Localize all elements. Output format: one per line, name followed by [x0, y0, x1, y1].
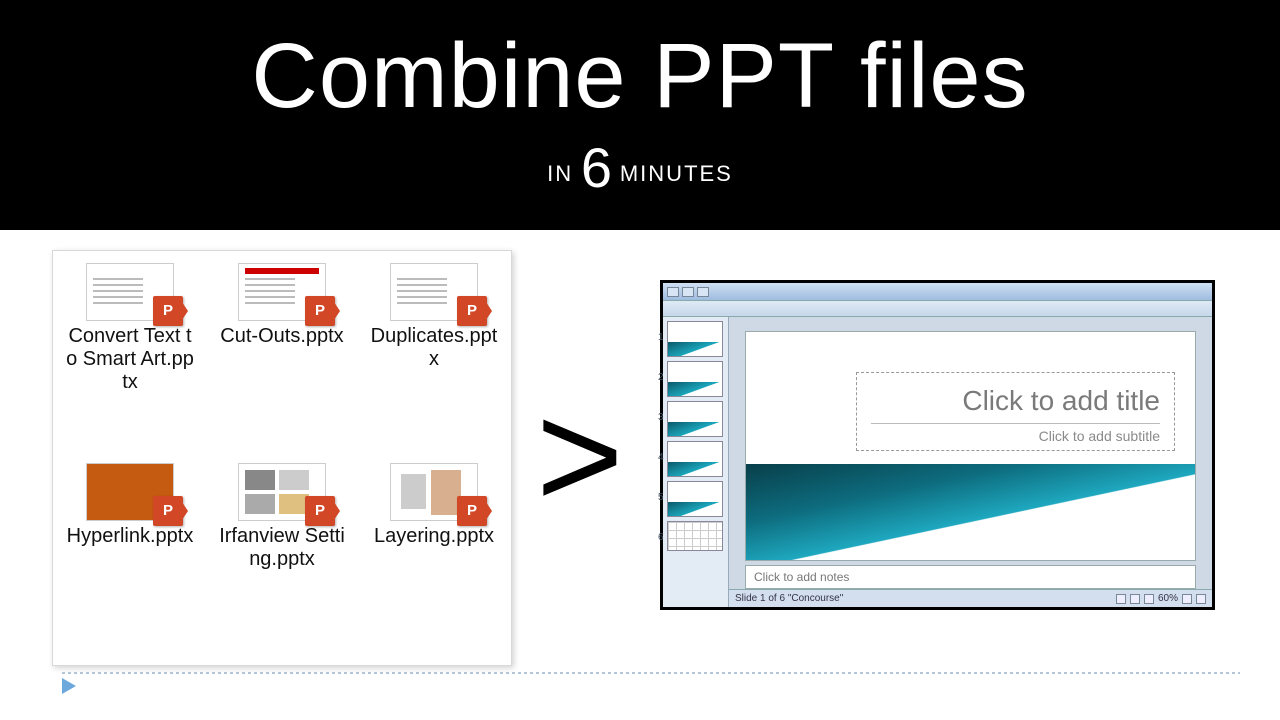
file-thumbnail: P — [238, 263, 326, 321]
window-titlebar — [663, 283, 1212, 301]
slide-canvas: Click to add title Click to add subtitle — [729, 317, 1212, 561]
notes-pane[interactable]: Click to add notes — [745, 565, 1196, 589]
status-slide-info: Slide 1 of 6 "Concourse" — [735, 593, 843, 604]
slide-thumbnail[interactable]: 3 — [667, 401, 723, 437]
file-item[interactable]: P Layering.pptx — [365, 463, 503, 659]
powerpoint-icon: P — [305, 296, 335, 326]
slide-thumbnail[interactable]: 1 — [667, 321, 723, 357]
title-placeholder[interactable]: Click to add title — [871, 385, 1160, 417]
subtitle-number: 6 — [581, 136, 612, 199]
zoom-level: 60% — [1158, 593, 1178, 604]
file-name: Irfanview Setting.pptx — [217, 525, 347, 571]
subtitle-minutes: MINUTES — [620, 161, 733, 186]
divider — [871, 423, 1160, 424]
file-name: Hyperlink.pptx — [67, 525, 194, 548]
zoom-in-button[interactable] — [1196, 594, 1206, 604]
zoom-controls[interactable]: 60% — [1116, 593, 1206, 604]
view-button[interactable] — [1130, 594, 1140, 604]
file-name: Layering.pptx — [374, 525, 494, 548]
window-button[interactable] — [667, 287, 679, 297]
window-button[interactable] — [682, 287, 694, 297]
subtitle-in: IN — [547, 161, 573, 186]
powerpoint-icon: P — [305, 496, 335, 526]
slide-canvas-area: Click to add title Click to add subtitle… — [729, 317, 1212, 607]
slide-theme-graphic — [746, 464, 1195, 560]
view-button[interactable] — [1116, 594, 1126, 604]
ppt-body: 1 2 3 4 5 6 Click to add title Click to … — [663, 317, 1212, 607]
video-timeline[interactable] — [62, 672, 1240, 674]
ribbon-bar[interactable] — [663, 301, 1212, 317]
slide-thumbnail[interactable]: 6 — [667, 521, 723, 551]
file-thumbnail: P — [238, 463, 326, 521]
file-item[interactable]: P Cut-Outs.pptx — [213, 263, 351, 459]
view-button[interactable] — [1144, 594, 1154, 604]
file-item[interactable]: P Irfanview Setting.pptx — [213, 463, 351, 659]
file-thumbnail: P — [390, 463, 478, 521]
powerpoint-icon: P — [457, 496, 487, 526]
status-bar: Slide 1 of 6 "Concourse" 60% — [729, 589, 1212, 607]
file-item[interactable]: P Convert Text to Smart Art.pptx — [61, 263, 199, 459]
file-thumbnail: P — [390, 263, 478, 321]
subtitle-placeholder[interactable]: Click to add subtitle — [871, 428, 1160, 444]
slide-thumbnail[interactable]: 4 — [667, 441, 723, 477]
file-item[interactable]: P Duplicates.pptx — [365, 263, 503, 459]
file-name: Cut-Outs.pptx — [220, 325, 343, 348]
arrow-icon: > — [536, 380, 624, 530]
main-title: Combine PPT files — [0, 24, 1280, 129]
powerpoint-icon: P — [457, 296, 487, 326]
slide-thumbnail[interactable]: 5 — [667, 481, 723, 517]
content-area: P Convert Text to Smart Art.pptx P Cut-O… — [0, 230, 1280, 720]
slide-thumbnail[interactable]: 2 — [667, 361, 723, 397]
powerpoint-icon: P — [153, 496, 183, 526]
file-name: Duplicates.pptx — [369, 325, 499, 371]
powerpoint-icon: P — [153, 296, 183, 326]
zoom-out-button[interactable] — [1182, 594, 1192, 604]
powerpoint-window: 1 2 3 4 5 6 Click to add title Click to … — [660, 280, 1215, 610]
file-thumbnail: P — [86, 463, 174, 521]
file-explorer-panel: P Convert Text to Smart Art.pptx P Cut-O… — [52, 250, 512, 666]
file-item[interactable]: P Hyperlink.pptx — [61, 463, 199, 659]
file-thumbnail: P — [86, 263, 174, 321]
slide-thumbnail-pane[interactable]: 1 2 3 4 5 6 — [663, 317, 729, 607]
file-name: Convert Text to Smart Art.pptx — [65, 325, 195, 394]
title-placeholder-box[interactable]: Click to add title Click to add subtitle — [856, 372, 1175, 451]
slide[interactable]: Click to add title Click to add subtitle — [745, 331, 1196, 561]
subtitle: IN 6 MINUTES — [0, 135, 1280, 200]
play-icon[interactable] — [62, 678, 76, 694]
window-button[interactable] — [697, 287, 709, 297]
title-banner: Combine PPT files IN 6 MINUTES — [0, 0, 1280, 230]
